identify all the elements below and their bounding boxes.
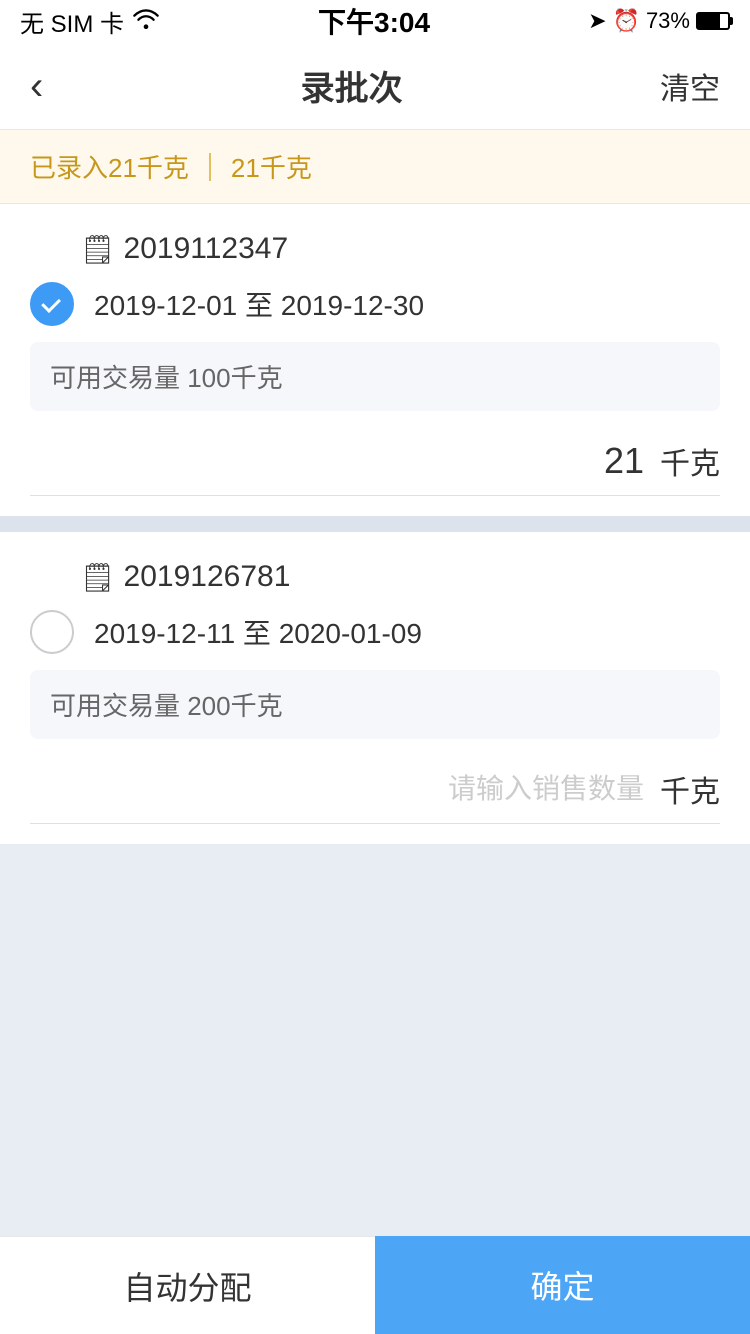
- batch-card-2: 🗒 2019126781 2019-12-11 至 2020-01-09 可用交…: [0, 532, 750, 844]
- time-display: 下午3:04: [318, 1, 430, 41]
- card-bottom-space-2: [0, 824, 750, 844]
- page-title: 录批次: [301, 61, 403, 110]
- qty-unit-1: 千克: [660, 439, 720, 483]
- status-left: 无 SIM 卡: [20, 4, 160, 39]
- auto-distribute-button[interactable]: 自动分配: [0, 1236, 375, 1334]
- content-area: 已录入21千克 21千克 🗒 2019112347 2019-12-01 至 2…: [0, 130, 750, 1236]
- qty-input-2[interactable]: [344, 773, 644, 805]
- batch-id-icon-2: 🗒: [80, 561, 116, 594]
- qty-row-1: 21 千克: [30, 439, 720, 496]
- qty-row-2: 千克: [30, 767, 720, 824]
- batch-date-row-1: 2019-12-01 至 2019-12-30: [0, 266, 750, 326]
- batch-header-2: 🗒 2019126781: [0, 532, 750, 594]
- qty-section-1: 21 千克: [0, 439, 750, 496]
- battery-icon: [696, 12, 730, 30]
- section-divider: [0, 516, 750, 532]
- radio-btn-2[interactable]: [30, 610, 74, 654]
- clear-button[interactable]: 清空: [660, 64, 720, 108]
- wifi-icon: [132, 7, 160, 36]
- batch-card-1: 🗒 2019112347 2019-12-01 至 2019-12-30 可用交…: [0, 204, 750, 516]
- status-right: ➤ ⏰ 73%: [588, 8, 730, 34]
- nav-bar: ‹ 录批次 清空: [0, 42, 750, 130]
- recorded-label: 已录入21千克: [30, 148, 189, 185]
- carrier-label: 无 SIM 卡: [20, 4, 124, 39]
- batch-id-icon-1: 🗒: [80, 233, 116, 266]
- battery-percent: 73%: [646, 8, 690, 34]
- confirm-button[interactable]: 确定: [375, 1236, 750, 1334]
- info-banner: 已录入21千克 21千克: [0, 130, 750, 204]
- batch-date-2: 2019-12-11 至 2020-01-09: [94, 612, 422, 652]
- bottom-bar: 自动分配 确定: [0, 1236, 750, 1334]
- batch-date-1: 2019-12-01 至 2019-12-30: [94, 284, 424, 324]
- location-icon: ➤: [588, 8, 606, 34]
- empty-area: [0, 844, 750, 1236]
- qty-section-2: 千克: [0, 767, 750, 824]
- recorded-value: 21千克: [231, 148, 312, 185]
- radio-btn-1[interactable]: [30, 282, 74, 326]
- back-button[interactable]: ‹: [30, 66, 43, 106]
- card-bottom-space-1: [0, 496, 750, 516]
- qty-unit-2: 千克: [660, 767, 720, 811]
- banner-divider: [209, 153, 211, 181]
- batch-header-1: 🗒 2019112347: [0, 204, 750, 266]
- alarm-icon: ⏰: [613, 8, 640, 34]
- batch-id-1: 🗒 2019112347: [80, 232, 720, 266]
- qty-value-1: 21: [604, 440, 644, 482]
- status-bar: 无 SIM 卡 下午3:04 ➤ ⏰ 73%: [0, 0, 750, 42]
- batch-available-2: 可用交易量 200千克: [30, 670, 720, 739]
- batch-date-row-2: 2019-12-11 至 2020-01-09: [0, 594, 750, 654]
- batch-id-2: 🗒 2019126781: [80, 560, 720, 594]
- batch-available-1: 可用交易量 100千克: [30, 342, 720, 411]
